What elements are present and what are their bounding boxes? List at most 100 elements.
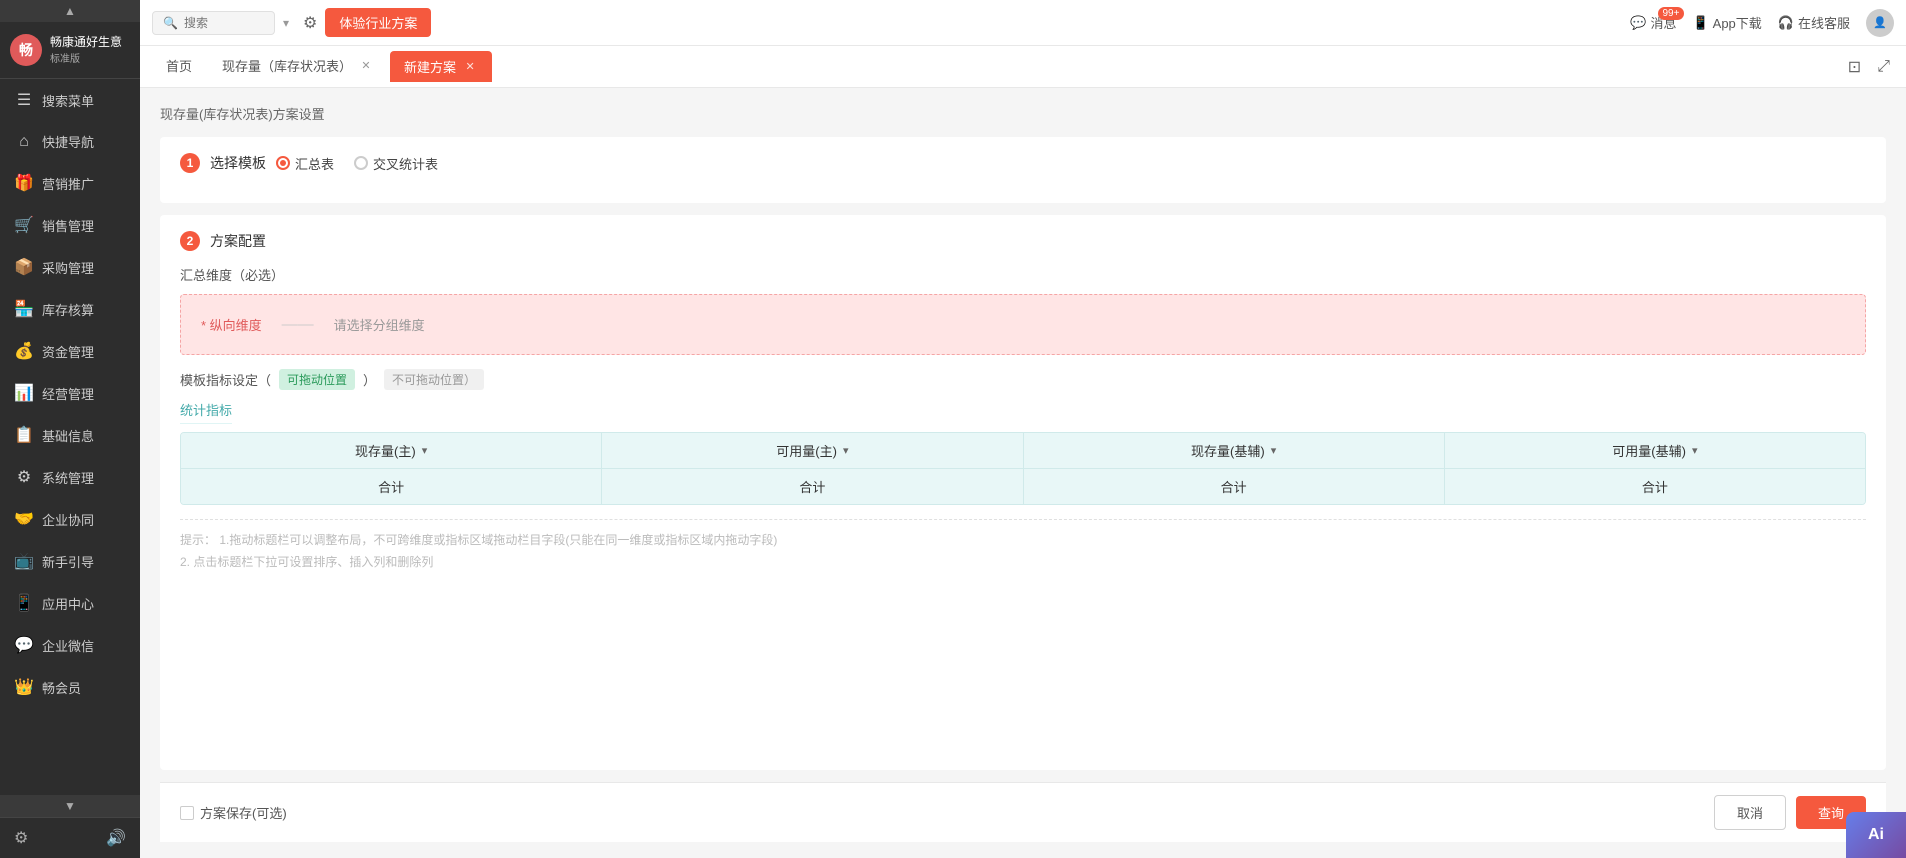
wechat-icon: 💬 [14,635,34,655]
sidebar-item-label: 搜索菜单 [42,91,94,110]
stats-col-1: 可用量(主) ▾ 合计 [602,433,1023,504]
radio-summary[interactable]: 汇总表 [276,154,334,173]
cancel-button[interactable]: 取消 [1714,795,1786,830]
sidebar-item-label: 新手引导 [42,552,94,571]
sidebar-item-member[interactable]: 👑 畅会员 [0,666,140,708]
sidebar-item-basic-info[interactable]: 📋 基础信息 [0,414,140,456]
vertical-dimension-box[interactable]: * 纵向维度 —— 请选择分组维度 [180,294,1866,355]
tabs-bar: 首页 现存量（库存状况表） ✕ 新建方案 ✕ ⊡ ⤢ [140,46,1906,88]
search-icon: 🔍 [163,16,178,30]
sidebar-item-label: 资金管理 [42,342,94,361]
expand-icon[interactable]: ⤢ [1873,54,1894,80]
indicator-setting-row: 模板指标设定（ 可拖动位置 ） 不可拖动位置） [180,369,1866,390]
sidebar-item-label: 畅会员 [42,678,81,697]
sidebar-item-sales[interactable]: 🛒 销售管理 [0,204,140,246]
stats-col-label-3: 可用量(基辅) [1612,441,1686,460]
vertical-dim-label: * 纵向维度 [201,315,262,334]
sidebar-scroll-up[interactable]: ▲ [0,0,140,22]
tab-close-new-scheme[interactable]: ✕ [462,59,478,75]
radio-summary-label: 汇总表 [295,154,334,173]
online-service-button[interactable]: 🎧 在线客服 [1778,13,1850,32]
sidebar-item-search-menu[interactable]: ☰ 搜索菜单 [0,79,140,121]
sidebar-item-label: 经营管理 [42,384,94,403]
stats-area: 统计指标 现存量(主) ▾ 合计 可用量(主) [180,400,1866,505]
tip-2: 2. 点击标题栏下拉可设置排序、插入列和删除列 [180,552,1866,574]
message-icon: 💬 [1630,15,1646,31]
save-checkbox-label[interactable]: 方案保存(可选) [180,803,287,822]
stats-header-cell-1[interactable]: 可用量(主) ▾ [602,433,1022,469]
stats-col-3: 可用量(基辅) ▾ 合计 [1445,433,1865,504]
sound-icon[interactable]: 🔊 [106,828,126,848]
stats-body-cell-0: 合计 [181,469,601,504]
tab-close-inventory-status[interactable]: ✕ [358,58,374,74]
search-input[interactable] [184,16,264,30]
sidebar-item-system[interactable]: ⚙ 系统管理 [0,456,140,498]
trial-button[interactable]: 体验行业方案 [325,8,431,37]
step2-header: 2 方案配置 [180,231,1866,251]
sidebar-item-app-center[interactable]: 📱 应用中心 [0,582,140,624]
sidebar-item-wechat[interactable]: 💬 企业微信 [0,624,140,666]
stats-header-cell-0[interactable]: 现存量(主) ▾ [181,433,601,469]
tip-1: 提示： 1.拖动标题栏可以调整布局，不可跨维度或指标区域拖动栏目字段(只能在同一… [180,530,1866,552]
new-guide-icon: 📺 [14,551,34,571]
sidebar-item-operations[interactable]: 📊 经营管理 [0,372,140,414]
sidebar-logo: 畅 畅康通好生意 标准版 [0,22,140,79]
sidebar-item-label: 基础信息 [42,426,94,445]
marketing-icon: 🎁 [14,173,34,193]
stats-col-2: 现存量(基辅) ▾ 合计 [1024,433,1445,504]
tips-section: 提示： 1.拖动标题栏可以调整布局，不可跨维度或指标区域拖动栏目字段(只能在同一… [180,519,1866,573]
radio-cross[interactable]: 交叉统计表 [354,154,438,173]
settings-icon[interactable]: ⚙ [14,828,28,848]
tab-home-label: 首页 [166,56,192,75]
content-area: 现存量(库存状况表)方案设置 1 选择模板 汇总表 交叉统计表 [140,88,1906,858]
sidebar-item-label: 企业微信 [42,636,94,655]
stats-col-0: 现存量(主) ▾ 合计 [181,433,602,504]
sidebar-item-quick-nav[interactable]: ⌂ 快捷导航 [0,121,140,162]
service-label: 在线客服 [1798,13,1850,32]
operations-icon: 📊 [14,383,34,403]
stats-col-label-2: 现存量(基辅) [1191,441,1265,460]
stats-table: 现存量(主) ▾ 合计 可用量(主) ▾ 合计 [180,432,1866,505]
stats-header-cell-3[interactable]: 可用量(基辅) ▾ [1445,433,1865,469]
tab-new-scheme[interactable]: 新建方案 ✕ [390,51,492,82]
save-checkbox[interactable] [180,806,194,820]
stats-section-label: 统计指标 [180,400,232,424]
purchase-icon: 📦 [14,257,34,277]
topbar: 🔍 ▾ ⚙ 体验行业方案 💬 消息 99+ 📱 App下载 🎧 在线客服 👤 [140,0,1906,46]
stats-header-cell-2[interactable]: 现存量(基辅) ▾ [1024,433,1444,469]
sidebar-item-enterprise[interactable]: 🤝 企业协同 [0,498,140,540]
gear-icon[interactable]: ⚙ [303,13,317,33]
messages-button[interactable]: 💬 消息 99+ [1630,13,1676,32]
ai-float-button[interactable]: Ai [1846,812,1906,858]
tab-inventory-status[interactable]: 现存量（库存状况表） ✕ [208,46,388,87]
search-menu-icon: ☰ [14,90,34,110]
chevron-down-icon-2[interactable]: ▾ [1271,444,1277,457]
collapse-icon[interactable]: ⊡ [1844,53,1865,81]
sidebar-item-new-guide[interactable]: 📺 新手引导 [0,540,140,582]
sidebar-item-inventory[interactable]: 🏪 库存核算 [0,288,140,330]
summary-dim-label: 汇总维度（必选） [180,265,1866,284]
step2-label: 方案配置 [210,231,266,251]
messages-badge: 99+ [1658,7,1685,20]
step2-section: 2 方案配置 汇总维度（必选） * 纵向维度 —— 请选择分组维度 模板指标设定… [160,215,1886,770]
sidebar-item-purchase[interactable]: 📦 采购管理 [0,246,140,288]
sidebar-item-label: 营销推广 [42,174,94,193]
topbar-right: 💬 消息 99+ 📱 App下载 🎧 在线客服 👤 [1630,9,1894,37]
draggable-tag: 可拖动位置 [279,369,355,390]
step1-section: 1 选择模板 汇总表 交叉统计表 [160,137,1886,203]
sidebar-item-label: 销售管理 [42,216,94,235]
chevron-down-icon-1[interactable]: ▾ [843,444,849,457]
chevron-down-icon-0[interactable]: ▾ [422,444,428,457]
avatar[interactable]: 👤 [1866,9,1894,37]
sidebar-scroll-down[interactable]: ▼ [0,795,140,817]
search-box[interactable]: 🔍 [152,11,275,35]
chevron-down-icon-3[interactable]: ▾ [1692,444,1698,457]
search-chevron-icon[interactable]: ▾ [283,16,289,30]
footer-section: 方案保存(可选) 取消 查询 [160,782,1886,842]
app-name: 畅康通好生意 [50,35,122,51]
tab-home[interactable]: 首页 [152,46,206,87]
nodrag-tag: 不可拖动位置） [384,369,484,390]
app-download-button[interactable]: 📱 App下载 [1692,13,1761,32]
sidebar-item-marketing[interactable]: 🎁 营销推广 [0,162,140,204]
sidebar-item-finance[interactable]: 💰 资金管理 [0,330,140,372]
